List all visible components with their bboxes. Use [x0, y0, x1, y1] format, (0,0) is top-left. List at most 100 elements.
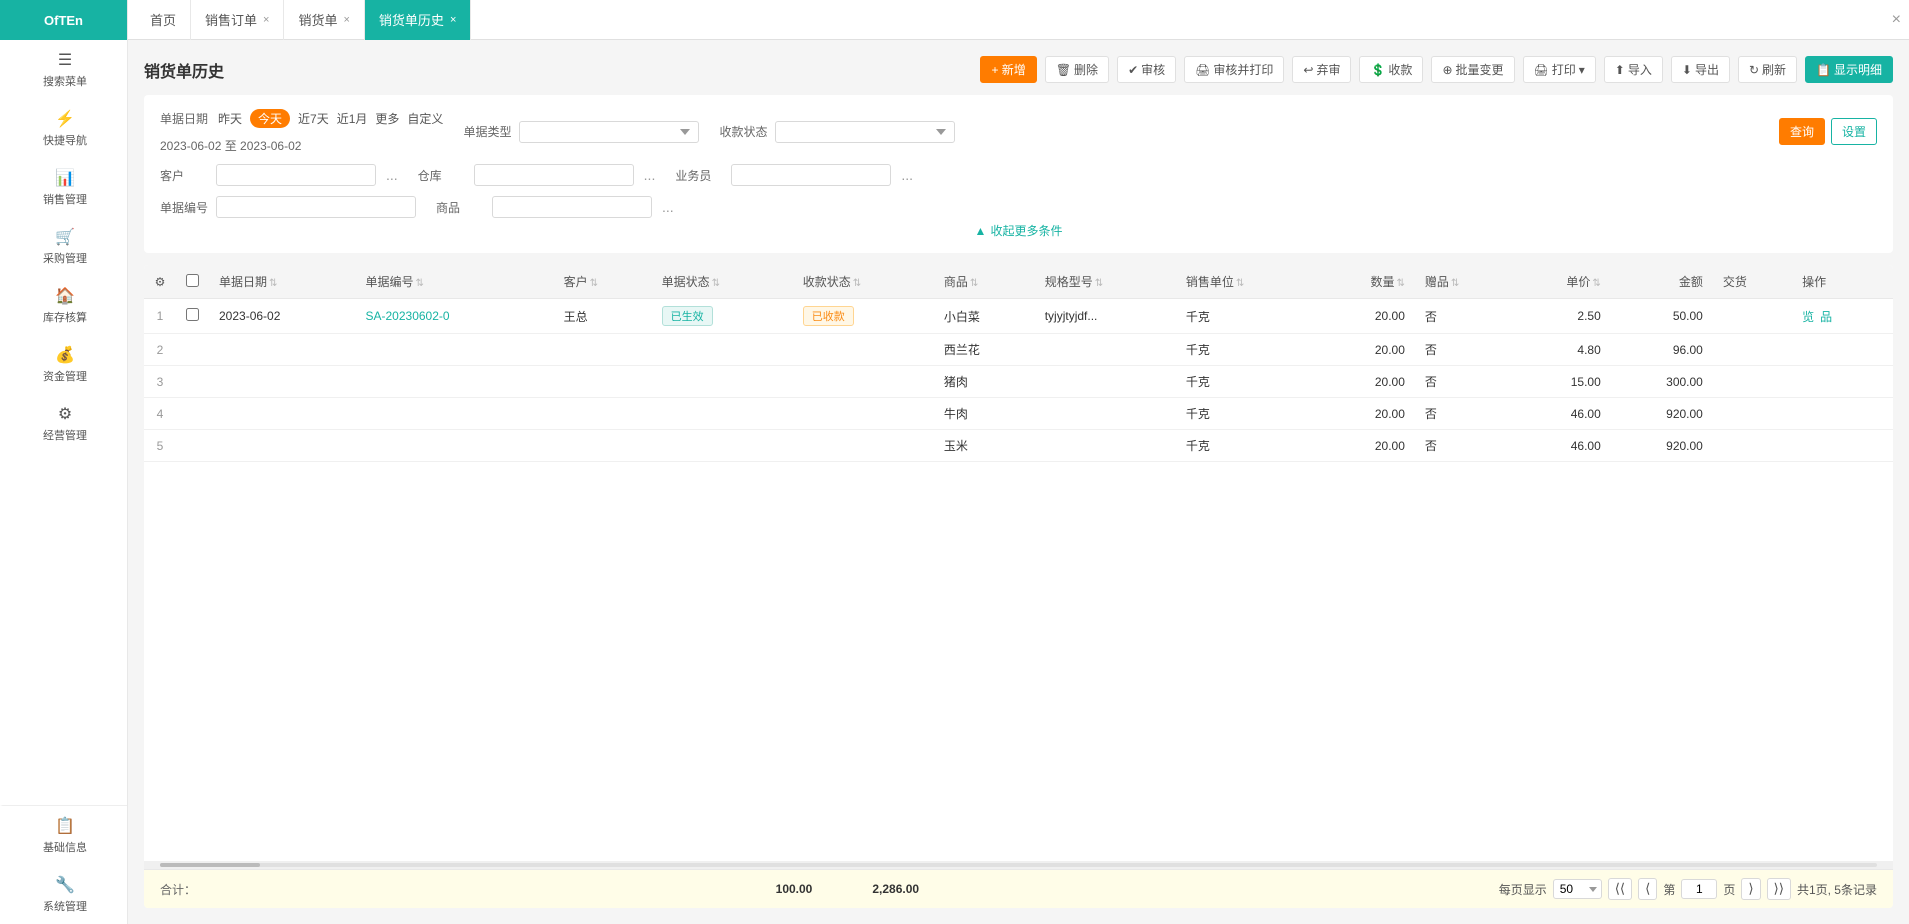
- sidebar-item-system-mgmt[interactable]: 🔧 系统管理: [0, 865, 127, 924]
- export-button[interactable]: ⬇ 导出: [1671, 56, 1730, 83]
- row-date: [209, 334, 356, 366]
- delete-button[interactable]: 🗑 删除: [1045, 56, 1109, 83]
- next-page-button[interactable]: ⟩: [1741, 878, 1760, 900]
- audit-print-button[interactable]: 🖨 审核并打印: [1184, 56, 1284, 83]
- row-gear: 1: [144, 299, 176, 334]
- page-number-input[interactable]: [1681, 879, 1717, 899]
- last-page-button[interactable]: ⟩⟩: [1767, 878, 1791, 900]
- row-checkbox[interactable]: [186, 308, 199, 321]
- audit-button[interactable]: ✔ 审核: [1117, 56, 1176, 83]
- doc-status-column-header[interactable]: 单据状态⇅: [652, 265, 793, 299]
- filter-doc-no: 单据编号: [160, 196, 416, 218]
- new-button[interactable]: + 新增: [980, 56, 1036, 83]
- tab-sales-history[interactable]: 销货单历史 ×: [365, 0, 471, 40]
- tab-sales-delivery[interactable]: 销货单 ×: [284, 0, 364, 40]
- import-button[interactable]: ⬆ 导入: [1604, 56, 1663, 83]
- sidebar-item-search-menu[interactable]: ☰ 搜索菜单: [0, 40, 127, 99]
- doc-no-column-header[interactable]: 单据编号⇅: [356, 265, 554, 299]
- sidebar-item-quick-nav[interactable]: ⚡ 快捷导航: [0, 99, 127, 158]
- qty-column-header[interactable]: 数量⇅: [1317, 265, 1415, 299]
- row-qty: 20.00: [1317, 299, 1415, 334]
- row-product: 牛肉: [934, 398, 1035, 430]
- settings-button[interactable]: 设置: [1831, 118, 1877, 145]
- row-action-link[interactable]: 览: [1802, 310, 1814, 324]
- doc-no-link[interactable]: SA-20230602-0: [366, 309, 450, 323]
- sidebar-item-sales-mgmt[interactable]: 📊 销售管理: [0, 158, 127, 217]
- date-option-today[interactable]: 今天: [250, 109, 290, 128]
- tab-sales-history-close[interactable]: ×: [450, 14, 456, 26]
- warehouse-input[interactable]: [474, 164, 634, 186]
- gift-column-header[interactable]: 赠品⇅: [1415, 265, 1513, 299]
- row-price: 15.00: [1513, 366, 1611, 398]
- query-button[interactable]: 查询: [1779, 118, 1825, 145]
- row-spec: tyjyjtyjdf...: [1035, 299, 1176, 334]
- date-option-1month[interactable]: 近1月: [337, 110, 368, 127]
- prev-page-button[interactable]: ⟨: [1638, 878, 1657, 900]
- sidebar-item-basic-info[interactable]: 📋 基础信息: [0, 805, 127, 865]
- unit-column-header[interactable]: 销售单位⇅: [1176, 265, 1317, 299]
- row-payment-status: [793, 398, 934, 430]
- date-column-header[interactable]: 单据日期⇅: [209, 265, 356, 299]
- per-page-select[interactable]: 50 100: [1553, 879, 1602, 899]
- payment-status-select[interactable]: [775, 121, 955, 143]
- date-option-more[interactable]: 更多: [375, 110, 399, 127]
- product-column-header[interactable]: 商品⇅: [934, 265, 1035, 299]
- tab-sales-order-close[interactable]: ×: [263, 14, 269, 26]
- first-page-button[interactable]: ⟨⟨: [1608, 878, 1632, 900]
- filter-product: 商品 ...: [436, 196, 674, 218]
- gear-column-header[interactable]: ⚙: [144, 265, 176, 299]
- doc-no-sort-icon: ⇅: [416, 278, 424, 289]
- tab-home[interactable]: 首页: [136, 0, 191, 40]
- row-doc-status: [652, 366, 793, 398]
- row-check: [176, 430, 209, 462]
- date-option-7days[interactable]: 近7天: [298, 110, 329, 127]
- collect-button[interactable]: 💲 收款: [1359, 56, 1423, 83]
- product-input[interactable]: [492, 196, 652, 218]
- tab-sales-order[interactable]: 销售订单 ×: [191, 0, 284, 40]
- customer-input[interactable]: [216, 164, 376, 186]
- date-option-yesterday[interactable]: 昨天: [218, 110, 242, 127]
- salesperson-more-icon[interactable]: ...: [901, 167, 913, 183]
- table-wrapper[interactable]: ⚙ 单据日期⇅ 单据编号⇅ 客户⇅ 单据状态⇅ 收款状态⇅ 商品⇅ 规格型号⇅ …: [144, 265, 1893, 861]
- batch-change-icon: ⊕: [1442, 63, 1452, 77]
- customer-more-icon[interactable]: ...: [386, 167, 398, 183]
- batch-change-button[interactable]: ⊕ 批量变更: [1431, 56, 1514, 83]
- search-menu-icon: ☰: [58, 50, 72, 70]
- spec-column-header[interactable]: 规格型号⇅: [1035, 265, 1176, 299]
- warehouse-more-icon[interactable]: ...: [644, 167, 656, 183]
- sidebar-item-operations-mgmt[interactable]: ⚙ 经营管理: [0, 394, 127, 453]
- price-column-header[interactable]: 单价⇅: [1513, 265, 1611, 299]
- customer-column-header[interactable]: 客户⇅: [554, 265, 652, 299]
- amount-column-header[interactable]: 金额: [1611, 265, 1713, 299]
- product-more-icon[interactable]: ...: [662, 199, 674, 215]
- salesperson-input[interactable]: [731, 164, 891, 186]
- page-title: 销货单历史: [144, 58, 224, 82]
- collapse-button[interactable]: ▲ 收起更多条件: [160, 222, 1877, 239]
- table-card: ⚙ 单据日期⇅ 单据编号⇅ 客户⇅ 单据状态⇅ 收款状态⇅ 商品⇅ 规格型号⇅ …: [144, 265, 1893, 908]
- refresh-button[interactable]: ↻ 刷新: [1738, 56, 1797, 83]
- main-area: 首页 销售订单 × 销货单 × 销货单历史 × × 销货单历史 + 新增 🗑 删…: [128, 0, 1909, 924]
- tab-sales-delivery-close[interactable]: ×: [343, 14, 349, 26]
- sidebar-item-inventory[interactable]: 🏠 库存核算: [0, 276, 127, 335]
- payment-status-badge: 已收款: [803, 306, 854, 326]
- horizontal-scrollbar[interactable]: [144, 861, 1893, 869]
- doc-type-select[interactable]: [519, 121, 699, 143]
- close-all-tabs-button[interactable]: ×: [1892, 11, 1901, 29]
- doc-no-input[interactable]: [216, 196, 416, 218]
- scrollbar-thumb[interactable]: [160, 863, 260, 867]
- row-action-link[interactable]: 品: [1820, 310, 1832, 324]
- date-option-custom[interactable]: 自定义: [407, 110, 443, 127]
- row-doc-status: [652, 334, 793, 366]
- sidebar-item-finance-mgmt[interactable]: 💰 资金管理: [0, 335, 127, 394]
- sidebar-item-purchase-mgmt[interactable]: 🛒 采购管理: [0, 217, 127, 276]
- abandon-button[interactable]: ↩ 弃审: [1292, 56, 1351, 83]
- row-gear: 2: [144, 334, 176, 366]
- row-spec: [1035, 334, 1176, 366]
- print-button[interactable]: 🖨 打印 ▾: [1523, 56, 1596, 83]
- row-doc-status: [652, 398, 793, 430]
- data-table: ⚙ 单据日期⇅ 单据编号⇅ 客户⇅ 单据状态⇅ 收款状态⇅ 商品⇅ 规格型号⇅ …: [144, 265, 1893, 462]
- select-all-checkbox[interactable]: [186, 274, 199, 287]
- finance-mgmt-icon: 💰: [55, 345, 75, 365]
- payment-status-column-header[interactable]: 收款状态⇅: [793, 265, 934, 299]
- show-detail-button[interactable]: 📋 显示明细: [1805, 56, 1893, 83]
